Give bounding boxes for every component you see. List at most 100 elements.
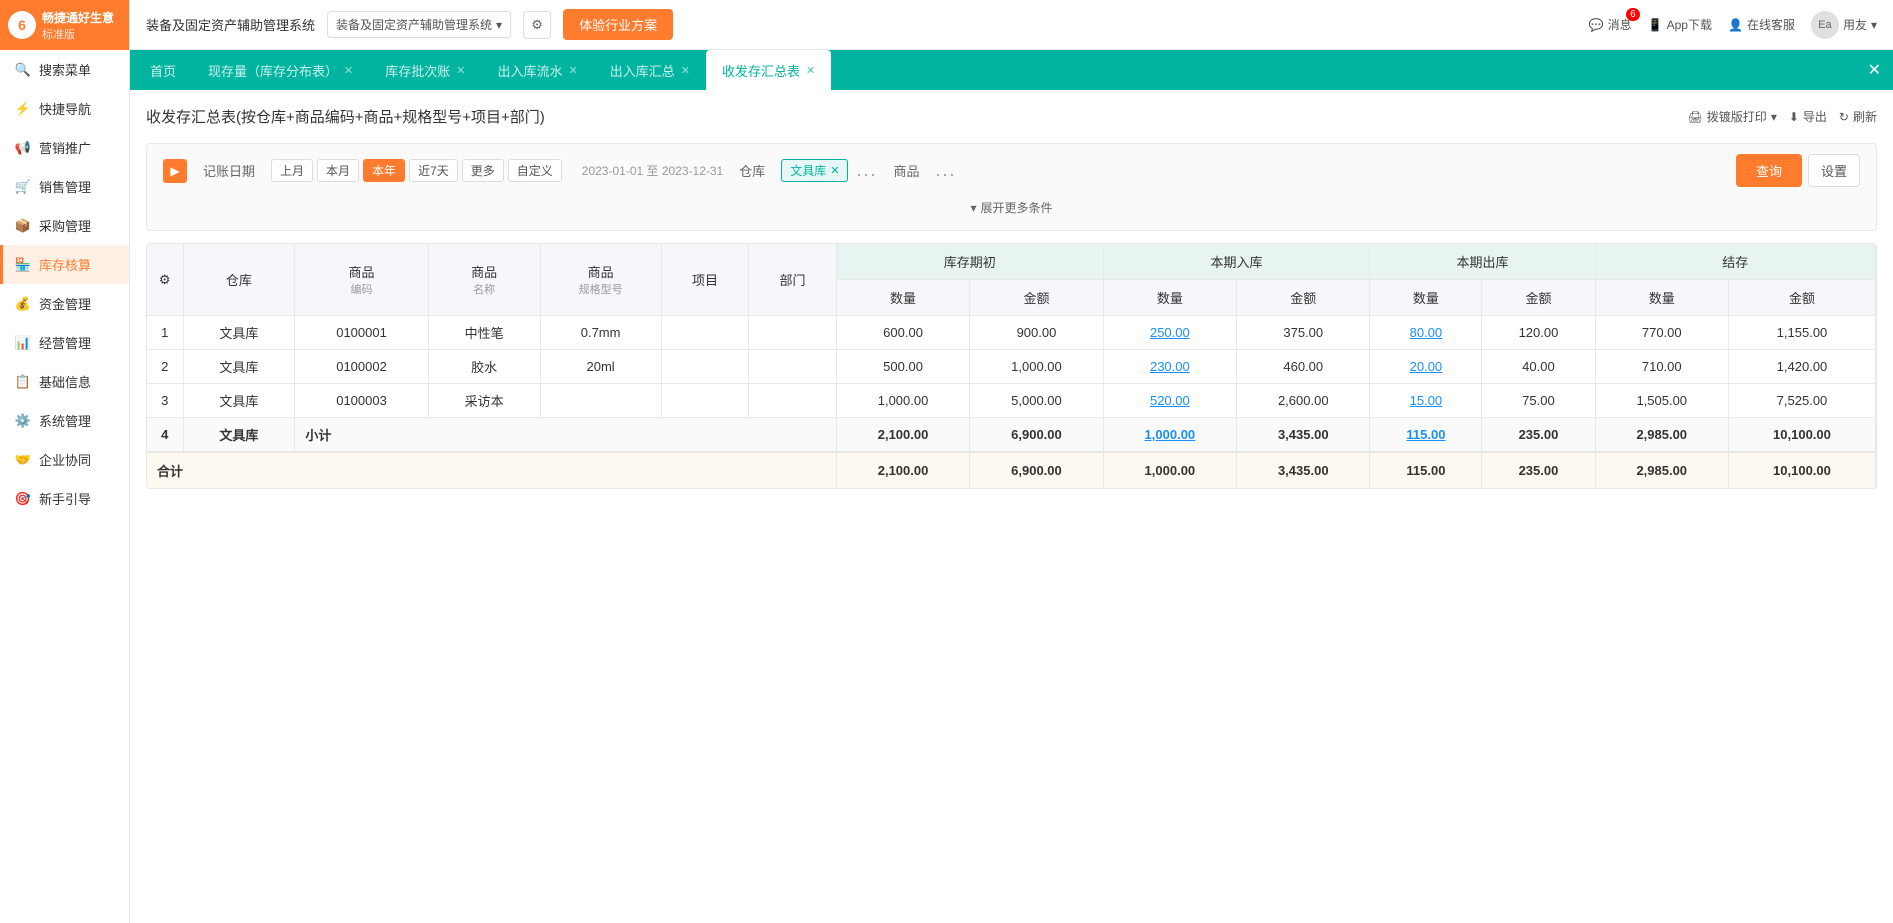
tab-5[interactable]: 收发存汇总表✕ (706, 50, 831, 90)
date-btn-本年[interactable]: 本年 (363, 159, 405, 182)
row-project-2 (661, 384, 749, 418)
warehouse-tag-close[interactable]: ✕ (830, 164, 839, 177)
row-in-qty-link-0[interactable]: 250.00 (1150, 325, 1190, 340)
row-in-qty-link-2[interactable]: 520.00 (1150, 393, 1190, 408)
col-warehouse-header: 仓库 (183, 244, 295, 316)
subtotal-in-qty-link[interactable]: 1,000.00 (1145, 427, 1196, 442)
row-dept-2 (749, 384, 837, 418)
page-title-bar: 收发存汇总表(按仓库+商品编码+商品+规格型号+项目+部门) 🖨 拨镀版打印 ▾… (146, 106, 1877, 127)
tab-label-3: 出入库流水 (497, 61, 562, 80)
tab-close-3[interactable]: ✕ (569, 64, 578, 77)
sidebar-item-quick-nav[interactable]: ⚡快捷导航 (0, 89, 129, 128)
row-out-qty-link-2[interactable]: 15.00 (1410, 393, 1443, 408)
goods-more[interactable]: ... (936, 160, 957, 181)
tab-0[interactable]: 首页 (134, 50, 192, 90)
tab-close-2[interactable]: ✕ (456, 64, 465, 77)
table-header-row-1: ⚙ 仓库 商品编码 商品名称 商品规格型号 项目 部门 库存期初 本期入库 本期… (147, 244, 1876, 280)
date-btn-更多[interactable]: 更多 (462, 159, 504, 182)
row-out-qty-link-0[interactable]: 80.00 (1410, 325, 1443, 340)
query-button[interactable]: 查询 (1736, 154, 1802, 187)
date-btn-本月[interactable]: 本月 (317, 159, 359, 182)
row-goods-spec-2 (540, 384, 661, 418)
row-out-qty-link-1[interactable]: 20.00 (1410, 359, 1443, 374)
print-button[interactable]: 🖨 拨镀版打印 ▾ (1688, 108, 1777, 125)
sidebar-item-label-search: 搜索菜单 (39, 60, 91, 79)
app-download-button[interactable]: 📱 App下载 (1648, 16, 1712, 33)
sales-icon: 🛒 (15, 179, 31, 195)
export-button[interactable]: ⬇ 导出 (1789, 108, 1827, 125)
date-btn-近7天[interactable]: 近7天 (409, 159, 458, 182)
warehouse-more[interactable]: ... (856, 160, 877, 181)
sidebar-item-label-quick-nav: 快捷导航 (39, 99, 91, 118)
row-init-qty-0: 600.00 (836, 316, 969, 350)
filter-expand-arrow[interactable]: ▶ (163, 159, 187, 183)
sidebar-item-finance[interactable]: 💰资金管理 (0, 284, 129, 323)
sidebar-item-label-sales: 销售管理 (39, 177, 91, 196)
tab-close-5[interactable]: ✕ (806, 64, 815, 77)
message-badge: 6 (1626, 8, 1640, 21)
filter-row-main: ▶ 记账日期 上月本月本年近7天更多自定义 2023-01-01 至 2023-… (163, 154, 1860, 187)
tabs-container: 首页现存量（库存分布表）✕库存批次账✕出入库流水✕出入库汇总✕收发存汇总表✕ (134, 50, 1860, 90)
tab-close-1[interactable]: ✕ (344, 64, 353, 77)
tab-3[interactable]: 出入库流水 ✕ (481, 50, 593, 90)
row-end-amt-1: 1,420.00 (1728, 350, 1875, 384)
col-in-qty-header: 数量 (1103, 280, 1236, 316)
col-end-stock-header: 结存 (1595, 244, 1875, 280)
date-btn-上月[interactable]: 上月 (271, 159, 313, 182)
row-warehouse-1: 文具库 (183, 350, 295, 384)
sidebar-item-inventory[interactable]: 🏪库存核算 (0, 245, 129, 284)
sidebar-item-search[interactable]: 🔍搜索菜单 (0, 50, 129, 89)
warehouse-filter-label: 仓库 (739, 161, 765, 180)
row-goods-name-0: 中性笔 (428, 316, 540, 350)
trial-button[interactable]: 体验行业方案 (563, 9, 673, 40)
subtotal-no: 4 (147, 418, 183, 453)
row-no-2: 3 (147, 384, 183, 418)
online-service-button[interactable]: 👤 在线客服 (1728, 16, 1795, 33)
config-button[interactable]: ⚙ (523, 11, 551, 39)
sidebar-item-system[interactable]: ⚙️系统管理 (0, 401, 129, 440)
sidebar-item-enterprise[interactable]: 🤝企业协同 (0, 440, 129, 479)
sidebar-item-label-operations: 经营管理 (39, 333, 91, 352)
tab-1[interactable]: 现存量（库存分布表）✕ (192, 50, 369, 90)
tab-2[interactable]: 库存批次账✕ (369, 50, 481, 90)
tab-4[interactable]: 出入库汇总✕ (594, 50, 706, 90)
row-warehouse-0: 文具库 (183, 316, 295, 350)
sidebar-item-marketing[interactable]: 📢营销推广 (0, 128, 129, 167)
row-end-amt-2: 7,525.00 (1728, 384, 1875, 418)
setting-button[interactable]: 设置 (1808, 154, 1860, 187)
sidebar: 6 畅捷通好生意 标准版 🔍搜索菜单⚡快捷导航📢营销推广 🛒 销售管理 📦采购管理🏪库… (0, 0, 130, 923)
user-button[interactable]: Ea 用友 ▾ (1811, 11, 1877, 39)
row-warehouse-2: 文具库 (183, 384, 295, 418)
sidebar-item-purchase[interactable]: 📦采购管理 (0, 206, 129, 245)
message-button[interactable]: 💬 消息 6 (1589, 16, 1632, 33)
row-project-0 (661, 316, 749, 350)
col-settings-header[interactable]: ⚙ (147, 244, 183, 316)
expand-more-btn[interactable]: ▾ 展开更多条件 (163, 195, 1860, 220)
refresh-button[interactable]: ↻ 刷新 (1839, 108, 1877, 125)
page-title-actions: 🖨 拨镀版打印 ▾ ⬇ 导出 ↻ 刷新 (1688, 108, 1877, 125)
warehouse-tag[interactable]: 文具库 ✕ (781, 159, 848, 182)
row-dept-1 (749, 350, 837, 384)
logo-area: 6 畅捷通好生意 标准版 (0, 0, 129, 50)
row-out-amt-0: 120.00 (1482, 316, 1595, 350)
sidebar-item-operations[interactable]: 📊经营管理 (0, 323, 129, 362)
tab-close-4[interactable]: ✕ (681, 64, 690, 77)
basic-info-icon: 📋 (15, 374, 31, 390)
main-area: 装备及固定资产辅助管理系统 装备及固定资产辅助管理系统 ▾ ⚙ 体验行业方案 💬… (130, 0, 1893, 923)
tabs-close-all[interactable]: ✕ (1860, 60, 1889, 80)
sidebar-item-label-system: 系统管理 (39, 411, 91, 430)
subtotal-out-qty-link[interactable]: 115.00 (1406, 427, 1445, 442)
row-goods-spec-0: 0.7mm (540, 316, 661, 350)
row-in-amt-1: 460.00 (1237, 350, 1370, 384)
subtotal-init-qty: 2,100.00 (836, 418, 969, 453)
subtotal-init-amt: 6,900.00 (970, 418, 1103, 453)
sidebar-item-sales[interactable]: 🛒 销售管理 (0, 167, 129, 206)
row-in-qty-link-1[interactable]: 230.00 (1150, 359, 1190, 374)
row-goods-code-0: 0100001 (295, 316, 428, 350)
sidebar-item-guide[interactable]: 🎯新手引导 (0, 479, 129, 518)
table-row: 2 文具库 0100002 胶水 20ml 500.00 1,000.00 23… (147, 350, 1876, 384)
date-btn-自定义[interactable]: 自定义 (508, 159, 562, 182)
sidebar-item-basic-info[interactable]: 📋基础信息 (0, 362, 129, 401)
col-init-amt-header: 金额 (970, 280, 1103, 316)
system-select[interactable]: 装备及固定资产辅助管理系统 ▾ (327, 11, 511, 38)
